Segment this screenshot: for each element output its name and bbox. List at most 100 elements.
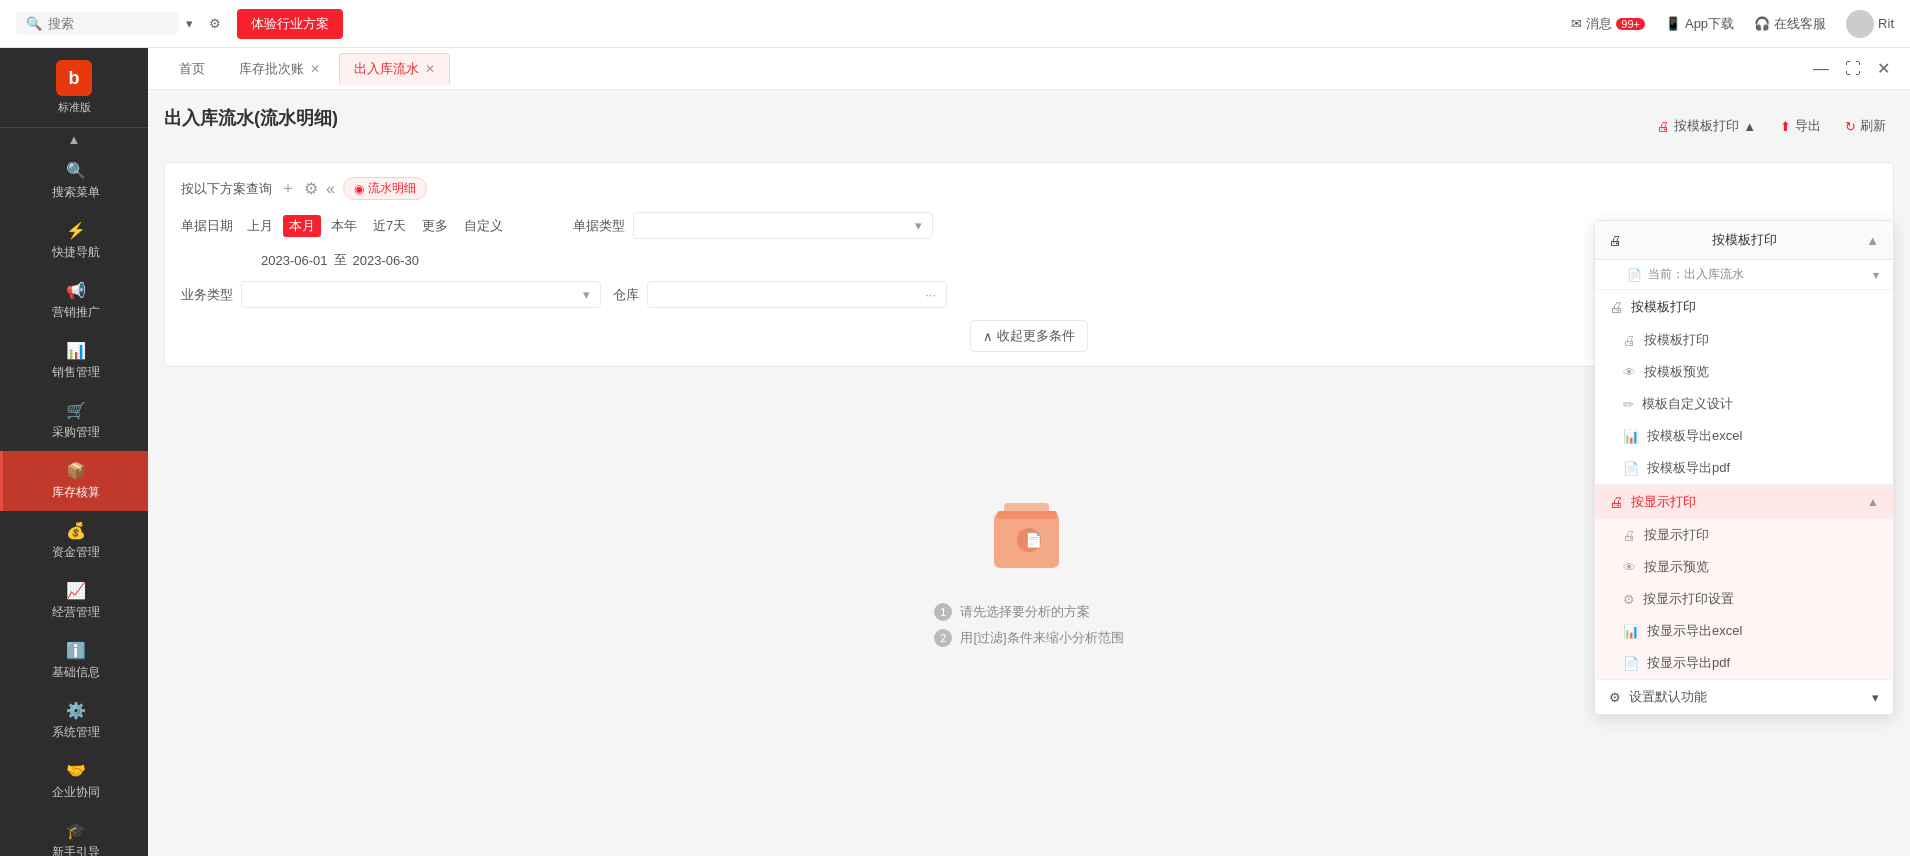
filter-section-label: 按以下方案查询 [181,180,272,198]
tab-stock-flow-close-btn[interactable]: ✕ [425,62,435,76]
print-section-template-header[interactable]: 🖨 按模板打印 [1595,290,1893,324]
hint-text-1: 请先选择要分析的方案 [960,603,1090,621]
megaphone-icon: 📢 [66,281,86,300]
refresh-btn[interactable]: ↻ 刷新 [1837,113,1894,139]
sidebar-item-label: 快捷导航 [52,244,100,261]
sidebar-item-inventory[interactable]: 📦 库存核算 [0,451,148,511]
online-service-btn[interactable]: 🎧 在线客服 [1754,15,1826,33]
date-shortcut-last-month[interactable]: 上月 [241,215,279,237]
logo-subtitle: 标准版 [58,100,91,115]
filter-collapse-btn[interactable]: « [326,180,335,198]
filter-settings-btn[interactable]: ⚙ [304,179,318,198]
empty-hint: 1 请先选择要分析的方案 2 用[过滤]条件来缩小分析范围 [934,603,1123,647]
print-sub-display-settings[interactable]: ⚙ 按显示打印设置 [1595,583,1893,615]
search-icon: 🔍 [66,161,86,180]
user-profile[interactable]: Rit [1846,10,1894,38]
app-download-btn[interactable]: 📱 App下载 [1665,15,1734,33]
sidebar-item-basic-info[interactable]: ℹ️ 基础信息 [0,631,148,691]
info-icon: ℹ️ [66,641,86,660]
voucher-type-select[interactable]: ▾ [633,212,933,239]
top-header: 🔍 ▾ ⚙ 体验行业方案 ✉ 消息 99+ 📱 App下载 🎧 在线客服 Rit [0,0,1910,48]
business-type-select[interactable]: ▾ [241,281,601,308]
print-dropdown-footer[interactable]: ⚙ 设置默认功能 ▾ [1595,680,1893,714]
chart-icon: 📈 [66,581,86,600]
page-header: 出入库流水(流水明细) 🖨 按模板打印 ▲ ⬆ 导出 ↻ 刷新 [164,106,1894,146]
tab-inventory-batch[interactable]: 库存批次账 ✕ [224,53,335,85]
print-sub-template-excel[interactable]: 📊 按模板导出excel [1595,420,1893,452]
sidebar-item-operations[interactable]: 📈 经营管理 [0,571,148,631]
print-section-display-label: 按显示打印 [1631,493,1859,511]
tab-stock-flow[interactable]: 出入库流水 ✕ [339,53,450,85]
print-sub-display-pdf[interactable]: 📄 按显示导出pdf [1595,647,1893,679]
sidebar-item-label: 营销推广 [52,304,100,321]
pdf-sub-icon: 📄 [1623,461,1639,476]
warehouse-select[interactable]: ··· [647,281,947,308]
print-template-btn[interactable]: 🖨 按模板打印 ▲ [1649,113,1764,139]
industry-btn[interactable]: 体验行业方案 [237,9,343,39]
date-shortcut-custom[interactable]: 自定义 [458,215,509,237]
print-sub-template-preview[interactable]: 👁 按模板预览 [1595,356,1893,388]
sidebar-item-quicknav[interactable]: ⚡ 快捷导航 [0,211,148,271]
print-sub-display-excel[interactable]: 📊 按显示导出excel [1595,615,1893,647]
date-shortcut-this-year[interactable]: 本年 [325,215,363,237]
message-btn[interactable]: ✉ 消息 99+ [1571,15,1645,33]
app-download-label: App下载 [1685,15,1734,33]
sidebar-item-search[interactable]: 🔍 搜索菜单 [0,151,148,211]
ellipsis-icon: ··· [925,287,936,302]
date-shortcut-more[interactable]: 更多 [416,215,454,237]
tab-close-btn[interactable]: ✕ [310,62,320,76]
header-dropdown[interactable]: ▾ [186,16,193,31]
print-section-display-header[interactable]: 🖨 按显示打印 ▲ [1595,485,1893,519]
warehouse-label: 仓库 [613,286,639,304]
print-sub-template-design[interactable]: ✏ 模板自定义设计 [1595,388,1893,420]
sidebar-item-marketing[interactable]: 📢 营销推广 [0,271,148,331]
export-icon: ⬆ [1780,119,1791,134]
sidebar-item-finance[interactable]: 💰 资金管理 [0,511,148,571]
empty-hint-item-1: 1 请先选择要分析的方案 [934,603,1123,621]
page-content: 出入库流水(流水明细) 🖨 按模板打印 ▲ ⬆ 导出 ↻ 刷新 [148,90,1910,856]
header-search-box[interactable]: 🔍 [16,12,178,35]
sidebar-item-label: 经营管理 [52,604,100,621]
sidebar-item-collab[interactable]: 🤝 企业协同 [0,751,148,811]
print-sub-template-pdf[interactable]: 📄 按模板导出pdf [1595,452,1893,484]
graduate-icon: 🎓 [66,821,86,840]
date-shortcut-7days[interactable]: 近7天 [367,215,412,237]
print-sub-template-print[interactable]: 🖨 按模板打印 [1595,324,1893,356]
print-display-sub-icon: 🖨 [1623,528,1636,543]
print-sub-display-preview[interactable]: 👁 按显示预览 [1595,551,1893,583]
filter-add-btn[interactable]: ＋ [280,178,296,199]
tab-close-all-btn[interactable]: ✕ [1873,55,1894,82]
print-section-display: 🖨 按显示打印 ▲ 🖨 按显示打印 👁 按显示预览 [1595,485,1893,680]
filter-action-btns: ＋ ⚙ « [280,178,335,199]
hint-num-1: 1 [934,603,952,621]
export-btn[interactable]: ⬆ 导出 [1772,113,1829,139]
tab-actions: — ⛶ ✕ [1809,55,1894,82]
collapse-more-btn[interactable]: ∧ 收起更多条件 [970,320,1088,352]
sidebar-item-sales[interactable]: 📊 销售管理 [0,331,148,391]
sidebar-item-label: 资金管理 [52,544,100,561]
empty-illustration: 📄 [979,483,1079,583]
sidebar-scroll-up[interactable]: ▲ [0,128,148,151]
date-shortcut-this-month[interactable]: 本月 [283,215,321,237]
lightning-icon: ⚡ [66,221,86,240]
tag-icon: ◉ [354,182,364,196]
print-dropdown-collapse-icon[interactable]: ▲ [1866,233,1879,248]
tab-home[interactable]: 首页 [164,53,220,85]
sidebar-item-system[interactable]: ⚙️ 系统管理 [0,691,148,751]
sidebar-item-tutorial[interactable]: 🎓 新手引导 [0,811,148,856]
tab-minimize-btn[interactable]: — [1809,56,1833,82]
tab-maximize-btn[interactable]: ⛶ [1841,56,1865,82]
chevron-down-icon: ▾ [583,287,590,302]
print-sub-icon: 🖨 [1623,333,1636,348]
logo-area: b 标准版 [0,48,148,128]
print-sub-display-print[interactable]: 🖨 按显示打印 [1595,519,1893,551]
print-sub-label: 按显示导出pdf [1647,654,1730,672]
page-title: 出入库流水(流水明细) [164,106,338,130]
preview-sub-icon: 👁 [1623,365,1636,380]
sidebar-item-label: 新手引导 [52,844,100,856]
search-input[interactable] [48,16,168,31]
sidebar-item-purchase[interactable]: 🛒 采购管理 [0,391,148,451]
settings-icon[interactable]: ⚙ [201,10,229,38]
empty-hint-item-2: 2 用[过滤]条件来缩小分析范围 [934,629,1123,647]
filter-voucher-type-field: 单据类型 ▾ [573,212,953,239]
